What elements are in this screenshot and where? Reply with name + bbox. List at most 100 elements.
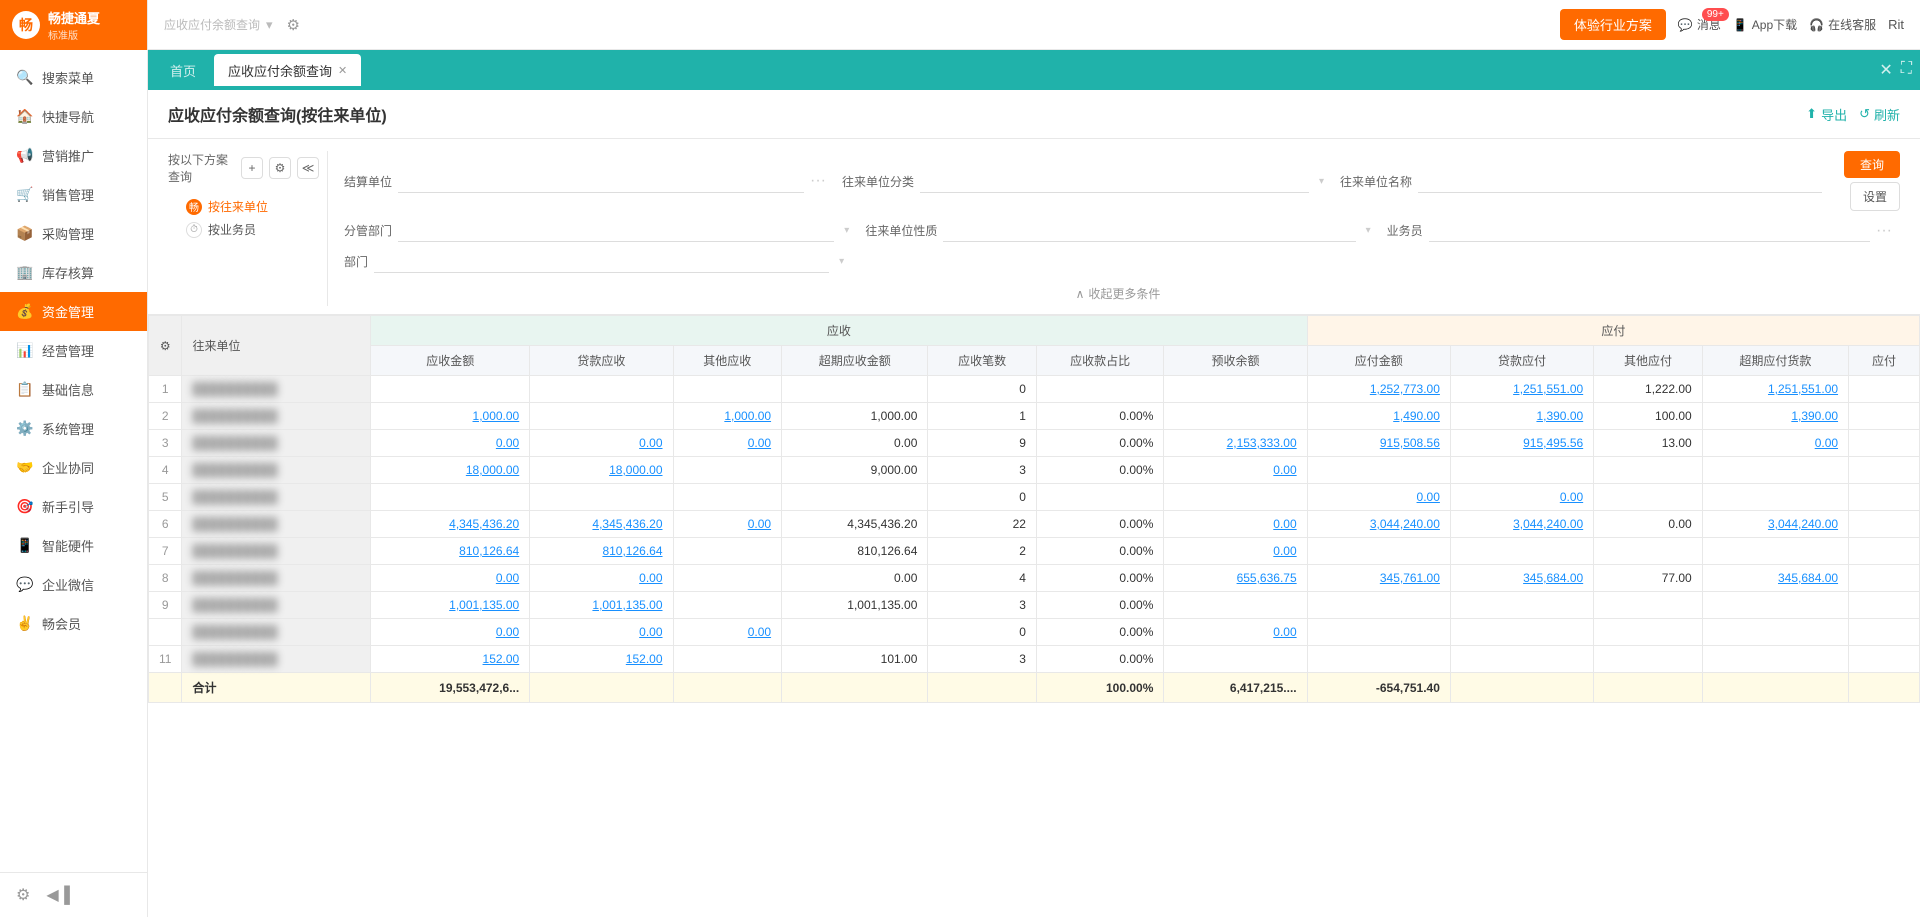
row-data-cell[interactable]: 0.00 [371,565,530,592]
sidebar-item-corp[interactable]: 🤝 企业协同 [0,448,147,487]
row-data-cell[interactable]: 0.00 [673,511,782,538]
row-data-cell[interactable]: 0.00 [1702,430,1848,457]
customer-service-btn[interactable]: 🎧 在线客服 [1809,16,1876,33]
row-data-cell[interactable] [1307,457,1450,484]
row-data-cell[interactable] [1307,538,1450,565]
row-data-cell[interactable]: 0.00 [1164,619,1307,646]
row-data-cell[interactable]: 0.00 [530,430,673,457]
collapse-sidebar-icon[interactable]: ◀▐ [46,885,70,905]
row-data-cell[interactable]: 0.00 [530,619,673,646]
row-data-cell[interactable]: 3,044,240.00 [1702,511,1848,538]
sidebar-item-search[interactable]: 🔍 搜索菜单 [0,58,147,97]
row-data-cell[interactable] [673,538,782,565]
filter-input-unitnature[interactable] [943,219,1355,242]
filter-input-dept[interactable] [398,219,834,242]
chevron-down-icon[interactable]: ▾ [266,17,273,33]
sidebar-item-hardware[interactable]: 📱 智能硬件 [0,526,147,565]
row-data-cell[interactable]: 915,495.56 [1450,430,1593,457]
subdept-dropdown-icon[interactable]: ▾ [839,256,844,267]
row-data-cell[interactable]: 3,044,240.00 [1307,511,1450,538]
row-data-cell[interactable] [1307,619,1450,646]
row-data-cell[interactable]: 18,000.00 [530,457,673,484]
app-download-btn[interactable]: 📱 App下载 [1733,16,1797,33]
row-data-cell[interactable] [1450,538,1593,565]
row-data-cell[interactable] [1307,646,1450,673]
settings-btn[interactable]: 设置 [1850,182,1900,211]
sidebar-item-finance[interactable]: 💰 资金管理 [0,292,147,331]
tab-close-icon[interactable]: ✕ [338,64,347,77]
row-data-cell[interactable] [1164,646,1307,673]
row-data-cell[interactable]: 0.00 [1450,484,1593,511]
row-data-cell[interactable]: 0.00 [371,430,530,457]
row-data-cell[interactable]: 1,000.00 [673,403,782,430]
row-data-cell[interactable] [673,592,782,619]
sidebar-item-basic[interactable]: 📋 基础信息 [0,370,147,409]
query-btn[interactable]: 查询 [1844,151,1900,178]
row-data-cell[interactable]: 152.00 [530,646,673,673]
row-data-cell[interactable]: 345,684.00 [1702,565,1848,592]
sidebar-item-system[interactable]: ⚙️ 系统管理 [0,409,147,448]
row-data-cell[interactable] [1702,646,1848,673]
row-data-cell[interactable] [673,646,782,673]
export-btn[interactable]: ⬆ 导出 [1806,105,1847,124]
row-data-cell[interactable]: 0.00 [1164,538,1307,565]
user-info[interactable]: Rit [1888,17,1904,32]
row-data-cell[interactable]: 915,508.56 [1307,430,1450,457]
refresh-btn[interactable]: ↺ 刷新 [1859,105,1900,124]
row-data-cell[interactable]: 1,390.00 [1702,403,1848,430]
row-data-cell[interactable] [1164,376,1307,403]
sidebar-item-vip[interactable]: ✌️ 畅会员 [0,604,147,643]
close-tab-icon[interactable]: ✕ [1879,60,1892,80]
row-data-cell[interactable] [1450,646,1593,673]
filter-dots-unit[interactable]: ··· [810,172,826,190]
row-data-cell[interactable]: 4,345,436.20 [371,511,530,538]
filter-input-unitname[interactable] [1418,170,1822,193]
edit-scheme-btn[interactable]: ⚙ [269,157,291,179]
row-data-cell[interactable] [1702,538,1848,565]
row-data-cell[interactable] [1164,592,1307,619]
more-scheme-btn[interactable]: ≪ [297,157,319,179]
row-data-cell[interactable] [1702,619,1848,646]
row-data-cell[interactable]: 0.00 [530,565,673,592]
row-data-cell[interactable]: 4,345,436.20 [530,511,673,538]
row-data-cell[interactable]: 655,636.75 [1164,565,1307,592]
row-data-cell[interactable]: 345,684.00 [1450,565,1593,592]
row-data-cell[interactable]: 810,126.64 [530,538,673,565]
table-settings-col[interactable]: ⚙ [149,316,182,376]
sidebar-item-operation[interactable]: 📊 经营管理 [0,331,147,370]
row-data-cell[interactable]: 0.00 [673,430,782,457]
row-data-cell[interactable] [1164,403,1307,430]
filter-option-by-staff[interactable]: ⏱ 按业务员 [176,218,319,241]
salesperson-dots[interactable]: ··· [1876,222,1892,240]
add-scheme-btn[interactable]: + [241,157,263,179]
row-data-cell[interactable] [530,403,673,430]
row-data-cell[interactable]: 0.00 [371,619,530,646]
row-data-cell[interactable] [530,376,673,403]
row-data-cell[interactable]: 1,001,135.00 [530,592,673,619]
filter-input-unittype[interactable] [920,170,1309,193]
row-data-cell[interactable]: 1,251,551.00 [1450,376,1593,403]
row-data-cell[interactable]: 0.00 [1164,457,1307,484]
maximize-tab-icon[interactable]: ⛶ [1901,60,1912,80]
gear-settings-icon[interactable]: ⚙ [287,16,300,34]
unitnature-dropdown-icon[interactable]: ▾ [1366,225,1371,236]
row-data-cell[interactable] [1164,484,1307,511]
row-data-cell[interactable] [1702,484,1848,511]
filter-input-salesperson[interactable] [1429,219,1870,242]
filter-option-by-unit[interactable]: 畅 按往来单位 [176,195,319,218]
tab-arbalance[interactable]: 应收应付余额查询 ✕ [214,54,361,86]
sidebar-item-purchase[interactable]: 📦 采购管理 [0,214,147,253]
filter-input-subdept[interactable] [374,250,829,273]
sidebar-item-guide[interactable]: 🎯 新手引导 [0,487,147,526]
row-data-cell[interactable]: 1,000.00 [371,403,530,430]
row-data-cell[interactable] [371,484,530,511]
row-data-cell[interactable]: 1,251,551.00 [1702,376,1848,403]
sidebar-item-marketing[interactable]: 📢 营销推广 [0,136,147,175]
filter-collapse-btn[interactable]: ∧ 收起更多条件 [336,281,1900,306]
row-data-cell[interactable] [673,376,782,403]
row-data-cell[interactable]: 1,252,773.00 [1307,376,1450,403]
row-data-cell[interactable] [673,457,782,484]
row-data-cell[interactable]: 345,761.00 [1307,565,1450,592]
row-data-cell[interactable]: 0.00 [1164,511,1307,538]
row-data-cell[interactable]: 2,153,333.00 [1164,430,1307,457]
